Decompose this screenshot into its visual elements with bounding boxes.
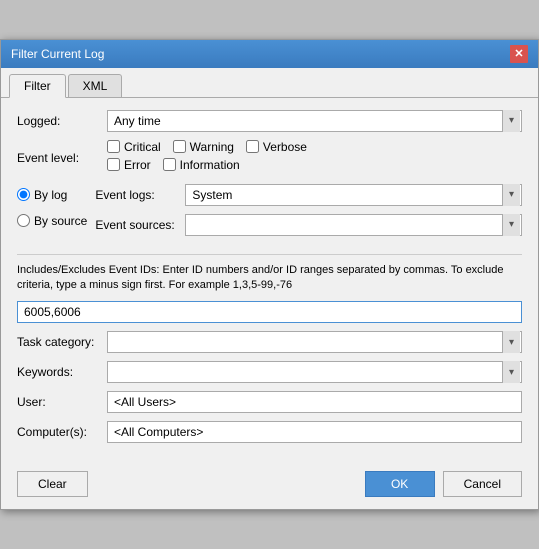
checkbox-error-input[interactable] <box>107 158 120 171</box>
radio-by-log-input[interactable] <box>17 188 30 201</box>
radio-by-source: By source <box>17 214 87 228</box>
keywords-control: ▾ <box>107 361 522 383</box>
clear-button[interactable]: Clear <box>17 471 88 497</box>
event-logs-select[interactable]: System <box>185 184 522 206</box>
checkbox-verbose-input[interactable] <box>246 140 259 153</box>
checkbox-error: Error <box>107 158 151 172</box>
event-ids-row <box>17 301 522 323</box>
checkboxes-line-2: Error Information <box>107 158 522 172</box>
ok-button[interactable]: OK <box>365 471 435 497</box>
radio-by-log: By log <box>17 188 87 202</box>
keywords-select[interactable] <box>107 361 522 383</box>
user-row: User: <box>17 391 522 413</box>
filter-dialog: Filter Current Log ✕ Filter XML Logged: … <box>0 39 539 511</box>
checkbox-critical: Critical <box>107 140 161 154</box>
event-sources-row: Event sources: ▾ <box>95 214 522 236</box>
keywords-row: Keywords: ▾ <box>17 361 522 383</box>
logged-row: Logged: Any time ▾ <box>17 110 522 132</box>
dialog-title: Filter Current Log <box>11 47 104 61</box>
checkbox-information-label: Information <box>180 158 240 172</box>
tab-bar: Filter XML <box>1 68 538 98</box>
event-sources-select-wrapper: ▾ <box>185 214 522 236</box>
computers-input[interactable] <box>107 421 522 443</box>
keywords-label: Keywords: <box>17 361 107 379</box>
checkboxes-line-1: Critical Warning Verbose <box>107 140 522 154</box>
task-category-label: Task category: <box>17 331 107 349</box>
user-control <box>107 391 522 413</box>
radio-by-source-label: By source <box>34 214 87 228</box>
task-category-control: ▾ <box>107 331 522 353</box>
keywords-wrapper: ▾ <box>107 361 522 383</box>
checkbox-verbose-label: Verbose <box>263 140 307 154</box>
computers-row: Computer(s): <box>17 421 522 443</box>
fields-column: Event logs: System ▾ Event sources: <box>95 184 522 244</box>
event-sources-select[interactable] <box>185 214 522 236</box>
task-category-select[interactable] <box>107 331 522 353</box>
cancel-button[interactable]: Cancel <box>443 471 522 497</box>
computers-label: Computer(s): <box>17 421 107 439</box>
checkboxes-block: Critical Warning Verbose Error <box>107 140 522 176</box>
logged-control: Any time ▾ <box>107 110 522 132</box>
logged-select-wrapper: Any time ▾ <box>107 110 522 132</box>
form-content: Logged: Any time ▾ Event level: Critical <box>1 98 538 464</box>
tab-filter[interactable]: Filter <box>9 74 66 98</box>
title-bar: Filter Current Log ✕ <box>1 40 538 68</box>
event-level-section: Event level: Critical Warning Verbose <box>17 140 522 176</box>
task-category-wrapper: ▾ <box>107 331 522 353</box>
checkbox-verbose: Verbose <box>246 140 307 154</box>
logged-select[interactable]: Any time <box>107 110 522 132</box>
event-sources-label: Event sources: <box>95 218 185 232</box>
event-logs-row: Event logs: System ▾ <box>95 184 522 206</box>
user-label: User: <box>17 391 107 409</box>
checkbox-error-label: Error <box>124 158 151 172</box>
tab-xml[interactable]: XML <box>68 74 123 97</box>
user-input[interactable] <box>107 391 522 413</box>
radio-by-source-input[interactable] <box>17 214 30 227</box>
radio-column: By log By source <box>17 184 87 244</box>
event-ids-input[interactable] <box>17 301 522 323</box>
logged-label: Logged: <box>17 110 107 128</box>
task-category-row: Task category: ▾ <box>17 331 522 353</box>
event-level-label: Event level: <box>17 151 107 165</box>
checkbox-information: Information <box>163 158 240 172</box>
checkbox-critical-input[interactable] <box>107 140 120 153</box>
computers-control <box>107 421 522 443</box>
log-source-section: By log By source Event logs: System ▾ <box>17 184 522 244</box>
close-button[interactable]: ✕ <box>510 45 528 63</box>
event-logs-select-wrapper: System ▾ <box>185 184 522 206</box>
checkbox-warning-label: Warning <box>190 140 234 154</box>
event-logs-label: Event logs: <box>95 188 185 202</box>
checkbox-information-input[interactable] <box>163 158 176 171</box>
checkbox-warning-input[interactable] <box>173 140 186 153</box>
radio-by-log-label: By log <box>34 188 67 202</box>
checkbox-critical-label: Critical <box>124 140 161 154</box>
checkbox-warning: Warning <box>173 140 234 154</box>
bottom-buttons: Clear OK Cancel <box>1 463 538 509</box>
description-text: Includes/Excludes Event IDs: Enter ID nu… <box>17 254 522 294</box>
